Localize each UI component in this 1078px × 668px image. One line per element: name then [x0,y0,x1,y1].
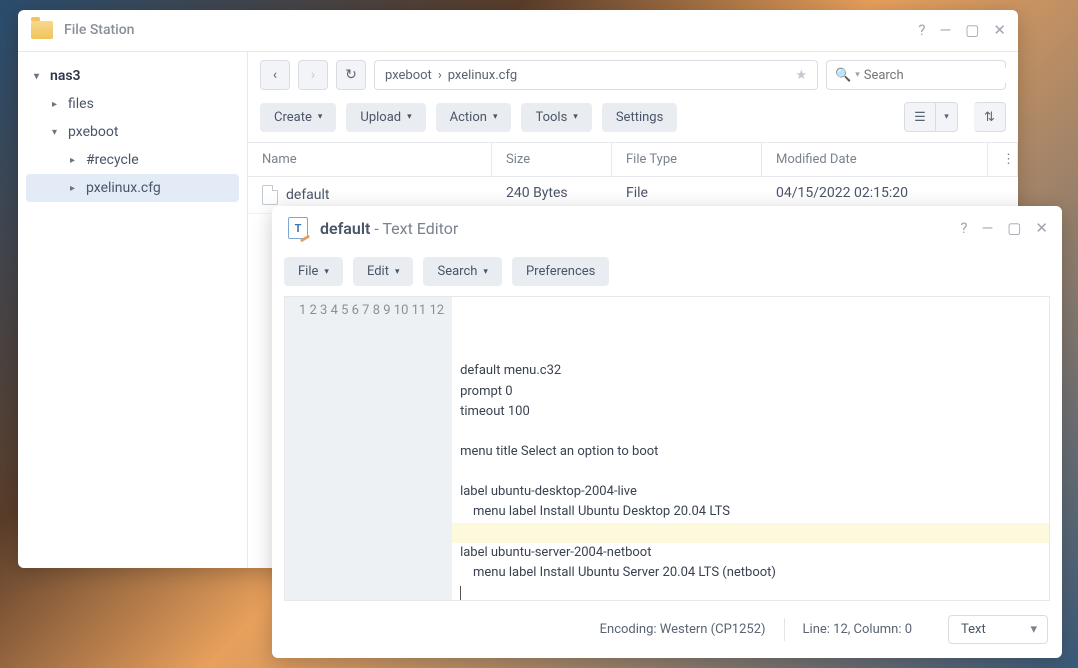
chevron-down-icon[interactable]: ▾ [855,70,860,80]
action-button[interactable]: Action▾ [436,103,512,132]
sidebar: ▾nas3 ▸files ▾pxeboot ▸#recycle ▸pxelinu… [18,52,248,568]
tools-button[interactable]: Tools▾ [521,103,591,132]
line-gutter: 1 2 3 4 5 6 7 8 9 10 11 12 [285,297,452,600]
back-button[interactable]: ‹ [260,60,290,90]
create-button[interactable]: Create▾ [260,103,336,132]
col-header-name[interactable]: Name [248,143,492,176]
upload-button[interactable]: Upload▾ [346,103,425,132]
minimize-icon[interactable]: — [982,219,994,237]
tree-item-files[interactable]: ▸files [26,90,239,118]
search-box[interactable]: 🔍▾ [826,60,1006,90]
file-station-titlebar[interactable]: File Station ? — ▢ ✕ [18,10,1018,51]
tree-root[interactable]: ▾nas3 [26,62,239,90]
editor-body[interactable]: 1 2 3 4 5 6 7 8 9 10 11 12 default menu.… [284,296,1050,601]
tree-item-recycle[interactable]: ▸#recycle [26,146,239,174]
list-view-button[interactable]: ☰ [904,102,936,132]
preferences-button[interactable]: Preferences [512,257,609,286]
close-icon[interactable]: ✕ [1035,219,1048,237]
star-icon[interactable]: ★ [795,68,807,83]
file-menu[interactable]: File▾ [284,257,343,286]
search-menu[interactable]: Search▾ [423,257,501,286]
maximize-icon[interactable]: ▢ [965,21,979,39]
nav-toolbar: ‹ › ↻ pxeboot › pxelinux.cfg ★ 🔍▾ [248,52,1018,98]
maximize-icon[interactable]: ▢ [1007,219,1021,237]
breadcrumb[interactable]: pxeboot › pxelinux.cfg ★ [374,60,818,90]
col-menu-icon[interactable]: ⋮ [988,143,1018,176]
forward-button[interactable]: › [298,60,328,90]
col-header-size[interactable]: Size [492,143,612,176]
settings-button[interactable]: Settings [602,103,677,132]
refresh-button[interactable]: ↻ [336,60,366,90]
folder-icon [30,18,54,42]
action-toolbar: Create▾ Upload▾ Action▾ Tools▾ Settings … [248,98,1018,142]
editor-filename: default [320,219,370,238]
search-input[interactable] [864,68,1018,83]
code-area[interactable]: default menu.c32 prompt 0 timeout 100 me… [452,297,1049,600]
help-icon[interactable]: ? [918,21,925,39]
tree-item-pxelinux-cfg[interactable]: ▸pxelinux.cfg [26,174,239,202]
minimize-icon[interactable]: — [940,21,952,39]
editor-toolbar: File▾ Edit▾ Search▾ Preferences [272,251,1062,296]
text-editor-window: T default - Text Editor ? — ▢ ✕ File▾ Ed… [272,206,1062,658]
sort-button[interactable]: ⇅ [974,102,1006,132]
status-bar: Encoding: Western (CP1252) Line: 12, Col… [272,601,1062,658]
position-label: Line: 12, Column: 0 [784,618,930,641]
text-editor-titlebar[interactable]: T default - Text Editor ? — ▢ ✕ [272,206,1062,251]
encoding-label: Encoding: Western (CP1252) [582,618,784,641]
editor-title-suffix: - Text Editor [370,219,458,238]
syntax-select[interactable]: Text [948,615,1048,644]
close-icon[interactable]: ✕ [993,21,1006,39]
breadcrumb-part[interactable]: pxelinux.cfg [448,68,517,83]
search-icon: 🔍 [835,68,851,83]
view-dropdown[interactable]: ▾ [936,102,958,132]
col-header-type[interactable]: File Type [612,143,762,176]
edit-menu[interactable]: Edit▾ [353,257,414,286]
tree-item-pxeboot[interactable]: ▾pxeboot [26,118,239,146]
file-icon [262,185,278,205]
breadcrumb-part[interactable]: pxeboot [385,68,432,83]
window-title: File Station [64,22,908,38]
help-icon[interactable]: ? [960,219,967,237]
editor-icon: T [286,216,310,240]
col-header-date[interactable]: Modified Date [762,143,988,176]
